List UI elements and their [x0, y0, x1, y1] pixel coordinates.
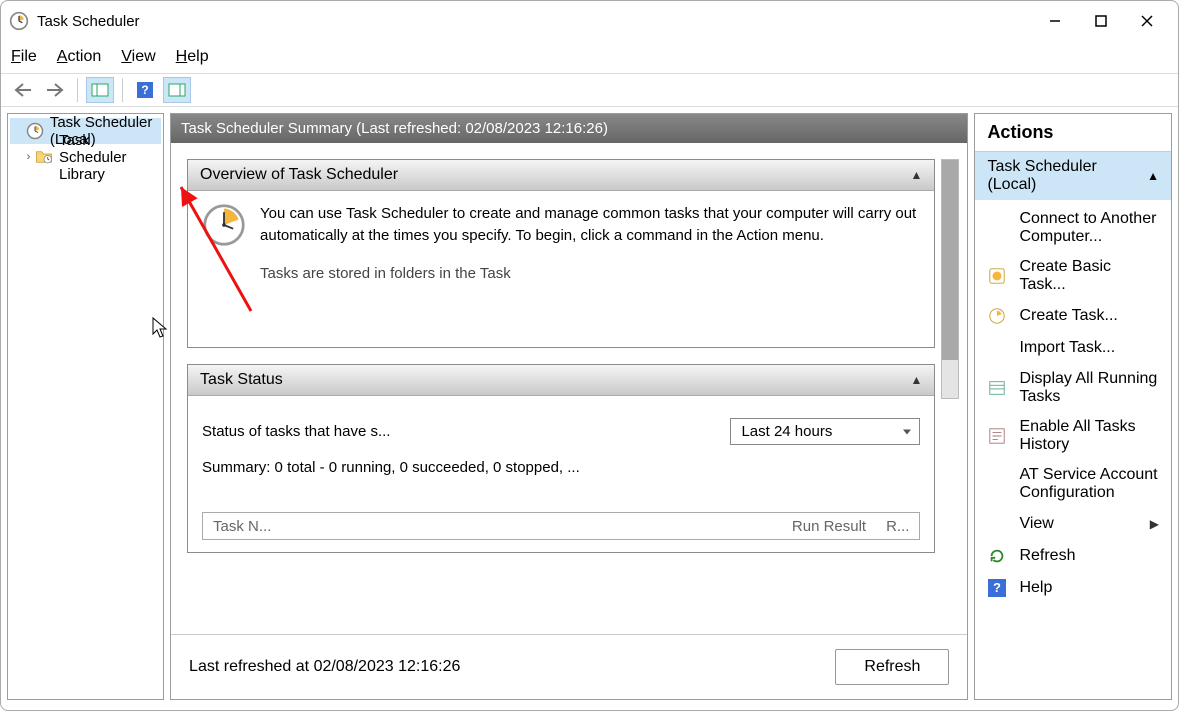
refresh-button[interactable]: Refresh	[835, 649, 949, 685]
navigation-tree-panel: Task Scheduler (Local) › Task Scheduler …	[7, 113, 164, 700]
running-tasks-icon	[987, 378, 1007, 398]
action-label: Import Task...	[1019, 339, 1115, 357]
clock-icon	[9, 11, 29, 31]
action-label: Enable All Tasks History	[1019, 418, 1159, 454]
action-enable-tasks-history[interactable]: Enable All Tasks History	[975, 412, 1171, 460]
svg-text:?: ?	[141, 83, 148, 97]
actions-group-title: Task Scheduler (Local)	[987, 158, 1147, 194]
clock-icon	[202, 203, 246, 247]
col-run-result: Run Result	[782, 518, 876, 535]
actions-panel: Actions Task Scheduler (Local) ▲ Connect…	[974, 113, 1172, 700]
task-status-table-header: Task N... Run Result R...	[202, 512, 920, 540]
action-connect-another-computer[interactable]: Connect to Another Computer...	[975, 204, 1171, 252]
col-task-name: Task N...	[203, 518, 782, 535]
blank-icon	[987, 514, 1007, 534]
tree-node-library-label: Task Scheduler Library	[59, 132, 157, 183]
help-button[interactable]: ?	[131, 77, 159, 103]
action-refresh[interactable]: Refresh	[975, 540, 1171, 572]
summary-panel: Task Scheduler Summary (Last refreshed: …	[170, 113, 968, 700]
action-label: Display All Running Tasks	[1019, 370, 1159, 406]
menu-help[interactable]: Help	[176, 48, 209, 66]
toggle-action-pane-button[interactable]	[163, 77, 191, 103]
nav-forward-button[interactable]	[41, 77, 69, 103]
task-status-summary: Summary: 0 total - 0 running, 0 succeede…	[202, 459, 920, 476]
chevron-up-icon: ▲	[911, 373, 923, 387]
app-window: Task Scheduler File Action View Help	[0, 0, 1179, 711]
help-icon: ?	[987, 578, 1007, 598]
chevron-up-icon: ▲	[1147, 169, 1159, 183]
task-basic-icon	[987, 266, 1007, 286]
last-refreshed-label: Last refreshed at 02/08/2023 12:16:26	[189, 658, 460, 676]
clock-icon	[26, 122, 44, 140]
close-button[interactable]	[1124, 5, 1170, 37]
nav-back-button[interactable]	[9, 77, 37, 103]
action-label: Refresh	[1019, 547, 1075, 565]
action-label: Connect to Another Computer...	[1019, 210, 1159, 246]
minimize-button[interactable]	[1032, 5, 1078, 37]
action-display-running-tasks[interactable]: Display All Running Tasks	[975, 364, 1171, 412]
actions-group-header[interactable]: Task Scheduler (Local) ▲	[975, 152, 1171, 200]
menu-action[interactable]: Action	[57, 48, 101, 66]
overview-title: Overview of Task Scheduler	[200, 166, 398, 184]
overview-header[interactable]: Overview of Task Scheduler ▲	[188, 160, 934, 191]
overview-truncated: Tasks are stored in folders in the Task	[260, 265, 920, 282]
menu-view[interactable]: View	[121, 48, 155, 66]
task-status-label: Status of tasks that have s...	[202, 423, 390, 440]
task-icon	[987, 306, 1007, 326]
titlebar: Task Scheduler	[1, 1, 1178, 41]
summary-footer: Last refreshed at 02/08/2023 12:16:26 Re…	[171, 634, 967, 699]
menu-file[interactable]: File	[11, 48, 37, 66]
action-label: AT Service Account Configuration	[1019, 466, 1159, 502]
action-label: View	[1019, 515, 1053, 533]
action-create-basic-task[interactable]: Create Basic Task...	[975, 252, 1171, 300]
task-status-title: Task Status	[200, 371, 283, 389]
action-import-task[interactable]: Import Task...	[975, 332, 1171, 364]
svg-text:?: ?	[993, 580, 1001, 595]
task-status-header[interactable]: Task Status ▲	[188, 365, 934, 396]
action-at-service-account[interactable]: AT Service Account Configuration	[975, 460, 1171, 508]
menubar: File Action View Help	[1, 41, 1178, 73]
tree-node-library[interactable]: › Task Scheduler Library	[10, 144, 161, 170]
action-label: Create Task...	[1019, 307, 1117, 325]
toggle-console-tree-button[interactable]	[86, 77, 114, 103]
action-create-task[interactable]: Create Task...	[975, 300, 1171, 332]
main-area: Task Scheduler (Local) › Task Scheduler …	[1, 107, 1178, 710]
summary-header: Task Scheduler Summary (Last refreshed: …	[171, 114, 967, 143]
toolbar: ?	[1, 73, 1178, 107]
action-label: Help	[1019, 579, 1052, 597]
blank-icon	[987, 474, 1007, 494]
window-title: Task Scheduler	[37, 13, 140, 30]
timeframe-dropdown[interactable]: Last 24 hours	[730, 418, 920, 445]
action-label: Create Basic Task...	[1019, 258, 1159, 294]
chevron-right-icon: ▶	[1150, 517, 1159, 531]
blank-icon	[987, 218, 1007, 238]
chevron-right-icon[interactable]: ›	[24, 151, 33, 163]
actions-panel-title: Actions	[975, 114, 1171, 152]
action-view[interactable]: View ▶	[975, 508, 1171, 540]
col-extra: R...	[876, 518, 919, 535]
maximize-button[interactable]	[1078, 5, 1124, 37]
task-status-section: Task Status ▲ Status of tasks that have …	[187, 364, 935, 553]
blank-icon	[987, 338, 1007, 358]
overview-section: Overview of Task Scheduler ▲ You can use…	[187, 159, 935, 348]
overview-paragraph: You can use Task Scheduler to create and…	[260, 203, 920, 247]
refresh-icon	[987, 546, 1007, 566]
chevron-up-icon: ▲	[911, 168, 923, 182]
folder-clock-icon	[35, 148, 53, 166]
scrollbar-vertical[interactable]	[941, 159, 959, 399]
action-help[interactable]: ? Help	[975, 572, 1171, 604]
history-icon	[987, 426, 1007, 446]
